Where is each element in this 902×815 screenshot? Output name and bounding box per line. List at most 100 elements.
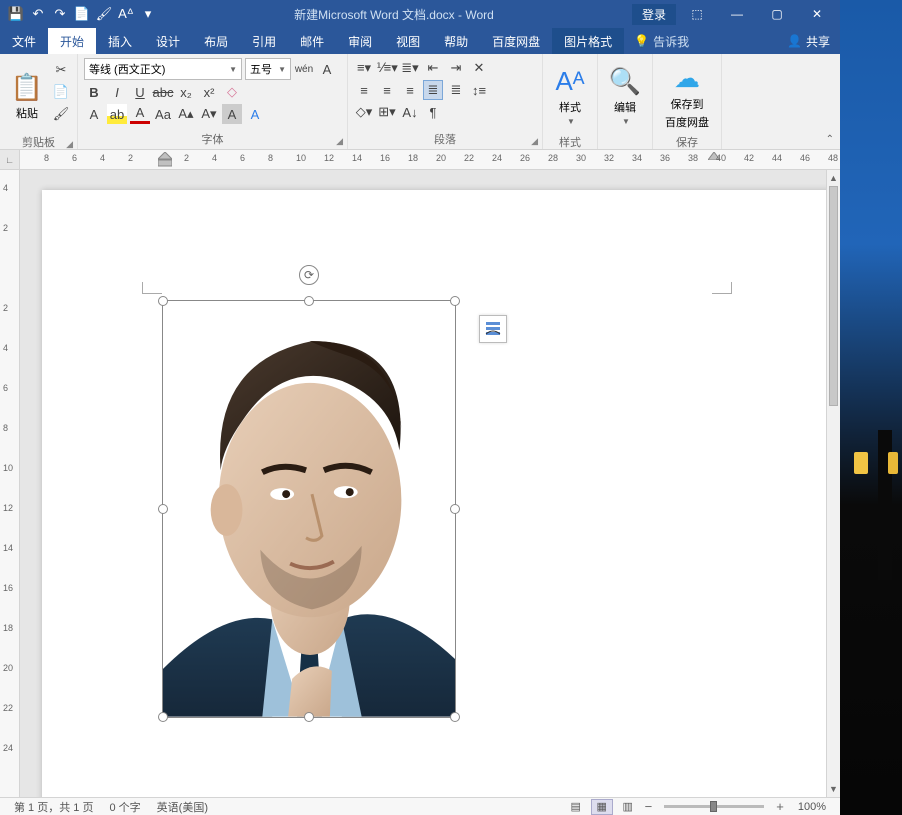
handle-s[interactable] bbox=[304, 712, 314, 722]
mode-icon[interactable]: 📄 bbox=[74, 6, 90, 22]
maximize-button[interactable]: ▢ bbox=[758, 0, 796, 28]
vertical-scrollbar[interactable]: ▲ ▼ bbox=[826, 170, 840, 797]
handle-n[interactable] bbox=[304, 296, 314, 306]
scroll-track[interactable] bbox=[827, 186, 840, 781]
font-grow-icon[interactable]: Aᐞ bbox=[118, 6, 134, 22]
tab-home[interactable]: 开始 bbox=[48, 28, 96, 54]
align-center-icon[interactable]: ≡ bbox=[377, 80, 397, 100]
font-name-select[interactable]: 等线 (西文正文)▼ bbox=[84, 58, 242, 80]
page[interactable]: ⟳ bbox=[42, 190, 826, 797]
zoom-out-button[interactable]: − bbox=[643, 799, 655, 814]
tab-references[interactable]: 引用 bbox=[240, 28, 288, 54]
multilevel-icon[interactable]: ≣▾ bbox=[400, 58, 420, 78]
ribbon-display-button[interactable]: ⬚ bbox=[678, 0, 716, 28]
copy-icon[interactable]: 📄 bbox=[51, 82, 71, 102]
enclose-char-icon[interactable]: A bbox=[222, 104, 242, 124]
save-to-baidu-button[interactable]: ☁ 保存到 百度网盘 bbox=[659, 58, 715, 134]
login-button[interactable]: 登录 bbox=[632, 4, 676, 25]
tab-review[interactable]: 审阅 bbox=[336, 28, 384, 54]
save-icon[interactable]: 💾 bbox=[8, 6, 24, 22]
shading-icon[interactable]: ◇▾ bbox=[354, 102, 374, 122]
rotate-handle-icon[interactable]: ⟳ bbox=[299, 265, 319, 285]
styles-button[interactable]: Aᴬ 样式 ▼ bbox=[549, 58, 591, 134]
phonetic-guide-icon[interactable]: wén bbox=[294, 59, 314, 79]
handle-se[interactable] bbox=[450, 712, 460, 722]
paste-button[interactable]: 📋 粘贴 bbox=[6, 58, 48, 134]
zoom-level[interactable]: 100% bbox=[790, 801, 834, 813]
horizontal-ruler[interactable]: ∟ 86422468101214161820222426283032343638… bbox=[0, 150, 840, 170]
char-shading-icon[interactable]: A bbox=[84, 104, 104, 124]
share-button[interactable]: 👤共享 bbox=[777, 28, 840, 54]
borders-icon[interactable]: ⊞▾ bbox=[377, 102, 397, 122]
bold-button[interactable]: B bbox=[84, 82, 104, 102]
cut-icon[interactable]: ✂ bbox=[51, 60, 71, 80]
selected-image[interactable]: ⟳ bbox=[162, 300, 456, 718]
tab-help[interactable]: 帮助 bbox=[432, 28, 480, 54]
read-mode-icon[interactable]: ▤ bbox=[565, 799, 587, 815]
zoom-thumb[interactable] bbox=[710, 801, 717, 812]
text-effects-icon[interactable]: A bbox=[245, 104, 265, 124]
scroll-thumb[interactable] bbox=[829, 186, 838, 406]
align-right-icon[interactable]: ≡ bbox=[400, 80, 420, 100]
bullets-icon[interactable]: ≡▾ bbox=[354, 58, 374, 78]
redo-icon[interactable]: ↷ bbox=[52, 6, 68, 22]
scroll-down-icon[interactable]: ▼ bbox=[827, 781, 840, 797]
tab-layout[interactable]: 布局 bbox=[192, 28, 240, 54]
char-border-icon[interactable]: A bbox=[317, 59, 337, 79]
editing-button[interactable]: 🔍 编辑 ▼ bbox=[604, 58, 646, 134]
handle-w[interactable] bbox=[158, 504, 168, 514]
tell-me[interactable]: 💡告诉我 bbox=[624, 28, 699, 54]
strike-button[interactable]: abc bbox=[153, 82, 173, 102]
status-language[interactable]: 英语(美国) bbox=[149, 799, 216, 815]
line-spacing-icon[interactable]: ↕≡ bbox=[469, 80, 489, 100]
numbering-icon[interactable]: ⅟≡▾ bbox=[377, 58, 397, 78]
italic-button[interactable]: I bbox=[107, 82, 127, 102]
zoom-in-button[interactable]: + bbox=[774, 799, 786, 814]
highlight-icon[interactable]: ab bbox=[107, 104, 127, 124]
superscript-button[interactable]: x² bbox=[199, 82, 219, 102]
collapse-ribbon-icon[interactable]: ⌃ bbox=[826, 134, 834, 145]
tab-insert[interactable]: 插入 bbox=[96, 28, 144, 54]
paragraph-launcher-icon[interactable]: ◢ bbox=[531, 136, 538, 147]
tab-selector[interactable]: ∟ bbox=[0, 150, 20, 169]
tab-picture-format[interactable]: 图片格式 bbox=[552, 28, 624, 54]
vertical-ruler[interactable]: 4224681012141618202224 bbox=[0, 170, 20, 797]
document-viewport[interactable]: ⟳ bbox=[20, 170, 826, 797]
justify-icon[interactable]: ≣ bbox=[423, 80, 443, 100]
handle-nw[interactable] bbox=[158, 296, 168, 306]
change-case-icon[interactable]: Aa bbox=[153, 104, 173, 124]
handle-sw[interactable] bbox=[158, 712, 168, 722]
handle-e[interactable] bbox=[450, 504, 460, 514]
undo-icon[interactable]: ↶ bbox=[30, 6, 46, 22]
zoom-slider[interactable] bbox=[664, 805, 764, 808]
decrease-indent-icon[interactable]: ⇤ bbox=[423, 58, 443, 78]
tab-baidu[interactable]: 百度网盘 bbox=[480, 28, 552, 54]
minimize-button[interactable]: — bbox=[718, 0, 756, 28]
font-size-select[interactable]: 五号▼ bbox=[245, 58, 291, 80]
grow-font-icon[interactable]: A▴ bbox=[176, 104, 196, 124]
web-layout-icon[interactable]: ▥ bbox=[617, 799, 639, 815]
tab-view[interactable]: 视图 bbox=[384, 28, 432, 54]
subscript-button[interactable]: x₂ bbox=[176, 82, 196, 102]
underline-button[interactable]: U bbox=[130, 82, 150, 102]
sort-icon[interactable]: A↓ bbox=[400, 102, 420, 122]
increase-indent-icon[interactable]: ⇥ bbox=[446, 58, 466, 78]
align-left-icon[interactable]: ≡ bbox=[354, 80, 374, 100]
font-launcher-icon[interactable]: ◢ bbox=[336, 136, 343, 147]
distributed-icon[interactable]: ≣ bbox=[446, 80, 466, 100]
asian-layout-icon[interactable]: ✕ bbox=[469, 58, 489, 78]
tab-mail[interactable]: 邮件 bbox=[288, 28, 336, 54]
qat-more-icon[interactable]: ▾ bbox=[140, 6, 156, 22]
status-words[interactable]: 0 个字 bbox=[101, 799, 148, 815]
tab-design[interactable]: 设计 bbox=[144, 28, 192, 54]
print-layout-icon[interactable]: ▦ bbox=[591, 799, 613, 815]
first-line-indent-icon[interactable] bbox=[158, 152, 172, 168]
clipboard-launcher-icon[interactable]: ◢ bbox=[66, 139, 73, 150]
format-painter-icon[interactable]: 🖌 bbox=[51, 104, 71, 124]
scroll-up-icon[interactable]: ▲ bbox=[827, 170, 840, 186]
close-button[interactable]: ✕ bbox=[798, 0, 836, 28]
status-page[interactable]: 第 1 页，共 1 页 bbox=[6, 799, 101, 815]
brush-icon[interactable]: 🖌 bbox=[96, 6, 112, 22]
layout-options-icon[interactable] bbox=[479, 315, 507, 343]
handle-ne[interactable] bbox=[450, 296, 460, 306]
